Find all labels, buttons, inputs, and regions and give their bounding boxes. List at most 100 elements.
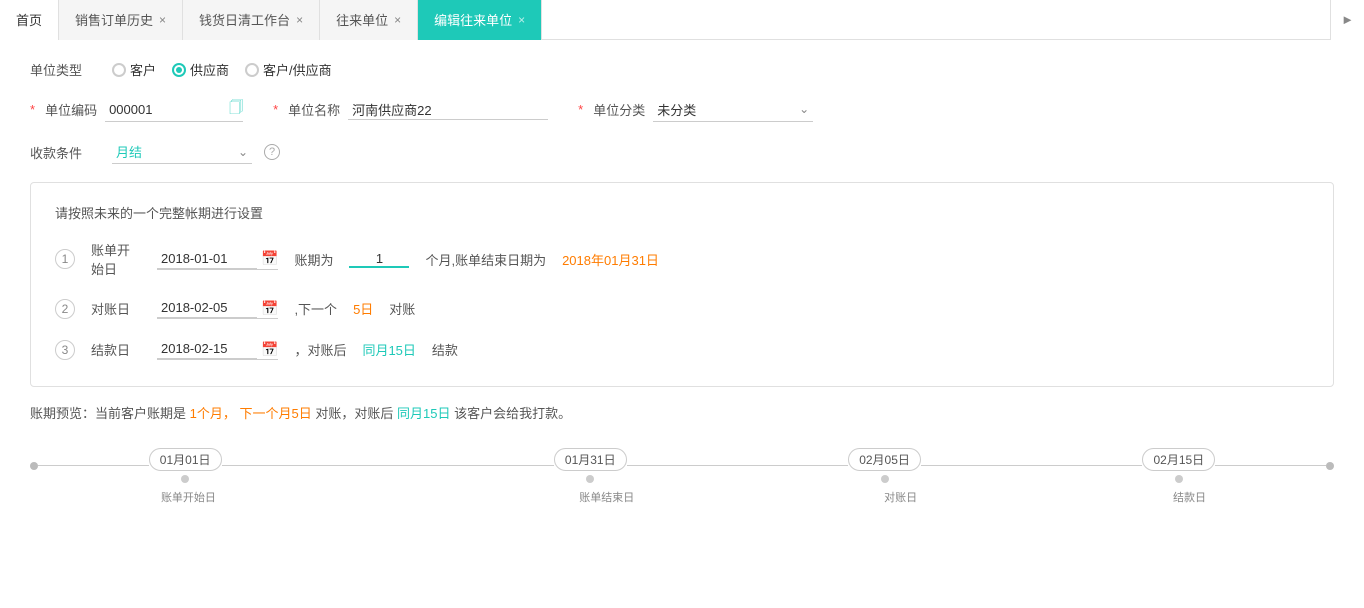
radio-customer-circle (112, 63, 126, 77)
period-row2-suffix: 对账 (389, 299, 415, 318)
timeline-label-text-3: 对账日 (884, 489, 917, 505)
tab-cashier[interactable]: 钱货日清工作台 × (183, 0, 320, 40)
timeline-badge-2: 01月31日 (554, 448, 627, 471)
tab-edit-unit[interactable]: 编辑往来单位 × (418, 0, 542, 40)
tab-cashier-close[interactable]: × (296, 13, 303, 27)
tab-home-label: 首页 (16, 10, 42, 29)
timeline-badge-1: 01月01日 (149, 448, 222, 471)
period-settings-box: 请按照未来的一个完整帐期进行设置 1 账单开始日 📅 账期为 个月,账单结束日期… (30, 182, 1334, 387)
period-label-1: 账单开始日 (91, 240, 141, 278)
preview-part3-suffix: 该客户会给我打款。 (454, 406, 571, 421)
period-row2-highlight: 5日 (353, 299, 373, 318)
period-month-input[interactable] (349, 251, 409, 268)
unit-category-label: 单位分类 (593, 100, 645, 119)
period-date-3-icon[interactable]: 📅 (261, 341, 278, 358)
payment-help-icon[interactable]: ? (264, 144, 280, 160)
payment-terms-select[interactable]: 月结 ⌄ (112, 140, 252, 164)
radio-customer-label: 客户 (130, 60, 156, 79)
unit-info-row: * 单位编码 🗍 * 单位名称 * 单位分类 未分类 ⌄ (30, 97, 1334, 122)
preview-part3: 同月15日 (397, 406, 450, 421)
period-row-3: 3 结款日 📅 ，对账后 同月15日 结款 (55, 339, 1309, 360)
tabs-bar: 首页 销售订单历史 × 钱货日清工作台 × 往来单位 × 编辑往来单位 × ► (0, 0, 1364, 40)
unit-code-label: 单位编码 (45, 100, 97, 119)
category-chevron-icon: ⌄ (799, 102, 809, 116)
period-end-date: 2018年01月31日 (562, 250, 659, 269)
radio-both-label: 客户/供应商 (263, 60, 332, 79)
period-label-2: 对账日 (91, 299, 141, 318)
tab-units[interactable]: 往来单位 × (320, 0, 418, 40)
unit-type-radio-group: 客户 供应商 客户/供应商 (112, 60, 332, 79)
radio-both-circle (245, 63, 259, 77)
tab-units-close[interactable]: × (394, 13, 401, 27)
timeline-label-4: 结款日 (1165, 489, 1215, 505)
main-content: 单位类型 客户 供应商 客户/供应商 * 单位编码 🗍 (0, 40, 1364, 608)
tab-sales-history[interactable]: 销售订单历史 × (59, 0, 183, 40)
radio-supplier-circle (172, 63, 186, 77)
period-num-3: 3 (55, 340, 75, 360)
tab-edit-close[interactable]: × (518, 13, 525, 27)
tab-sales-label: 销售订单历史 (75, 10, 153, 29)
timeline-dot-3 (881, 475, 889, 483)
period-date-3-wrapper: 📅 (157, 339, 278, 360)
timeline-seg-0 (38, 465, 149, 466)
unit-code-group: * 单位编码 🗍 (30, 97, 243, 122)
period-date-2-icon[interactable]: 📅 (261, 300, 278, 317)
timeline-dot-4 (1175, 475, 1183, 483)
timeline-end-dot (1326, 462, 1334, 470)
timeline-label-text-1: 账单开始日 (161, 489, 216, 505)
timeline-line-row: 01月01日 01月31日 02月05日 02月15日 (30, 448, 1334, 483)
radio-both[interactable]: 客户/供应商 (245, 60, 332, 79)
unit-name-label: 单位名称 (288, 100, 340, 119)
timeline-start-dot (30, 462, 38, 470)
unit-category-group: * 单位分类 未分类 ⌄ (578, 98, 813, 122)
period-row3-suffix: 结款 (432, 340, 458, 359)
period-date-3-input[interactable] (157, 339, 257, 359)
tab-home[interactable]: 首页 (0, 0, 59, 40)
period-row2-prefix: ,下一个 (294, 299, 337, 318)
payment-chevron-icon: ⌄ (238, 145, 248, 159)
period-title: 请按照未来的一个完整帐期进行设置 (55, 203, 1309, 222)
timeline-dot-1 (181, 475, 189, 483)
timeline-seg-3 (921, 465, 1143, 466)
period-date-2-wrapper: 📅 (157, 298, 278, 319)
timeline-label-text-4: 结款日 (1173, 489, 1206, 505)
period-date-1-icon[interactable]: 📅 (261, 250, 278, 267)
timeline-dot-2 (586, 475, 594, 483)
radio-customer[interactable]: 客户 (112, 60, 156, 79)
tab-more-arrow[interactable]: ► (1330, 0, 1364, 40)
period-date-2-input[interactable] (157, 298, 257, 318)
unit-code-input-wrapper: 🗍 (105, 97, 243, 122)
unit-category-select[interactable]: 未分类 ⌄ (653, 98, 813, 122)
timeline-badge-4: 02月15日 (1142, 448, 1215, 471)
timeline-seg-4 (1215, 465, 1326, 466)
period-label-3: 结款日 (91, 340, 141, 359)
tab-sales-close[interactable]: × (159, 13, 166, 27)
preview-part2-suffix: 对账，对账后 (315, 406, 393, 421)
timeline-label-3: 对账日 (876, 489, 926, 505)
timeline-label-1: 账单开始日 (158, 489, 218, 505)
timeline-node-4: 02月15日 (1142, 448, 1215, 483)
unit-code-input[interactable] (105, 100, 225, 119)
unit-name-input[interactable] (348, 100, 548, 120)
radio-supplier-label: 供应商 (190, 60, 229, 79)
unit-category-value: 未分类 (657, 100, 799, 119)
payment-terms-value: 月结 (116, 142, 238, 161)
timeline-node-2: 01月31日 (554, 448, 627, 483)
period-row3-prefix: ，对账后 (294, 340, 346, 359)
radio-supplier[interactable]: 供应商 (172, 60, 229, 79)
unit-type-row: 单位类型 客户 供应商 客户/供应商 (30, 60, 1334, 79)
timeline-label-2: 账单结束日 (577, 489, 637, 505)
preview-part1: 1个月， (190, 406, 236, 421)
tab-edit-label: 编辑往来单位 (434, 10, 512, 29)
unit-code-icon[interactable]: 🗍 (229, 97, 243, 121)
payment-terms-label: 收款条件 (30, 143, 82, 162)
timeline-badge-3: 02月05日 (848, 448, 921, 471)
preview-label: 账期预览：当前客户账期是 (30, 406, 186, 421)
period-date-1-input[interactable] (157, 249, 257, 269)
preview-section: 账期预览：当前客户账期是 1个月， 下一个月5日 对账，对账后 同月15日 该客… (30, 403, 1334, 422)
payment-terms-group: 月结 ⌄ ? (112, 140, 280, 164)
preview-part2: 下一个月5日 (240, 406, 312, 421)
tab-units-label: 往来单位 (336, 10, 388, 29)
timeline-label-text-2: 账单结束日 (579, 489, 634, 505)
cat-star: * (578, 102, 583, 117)
